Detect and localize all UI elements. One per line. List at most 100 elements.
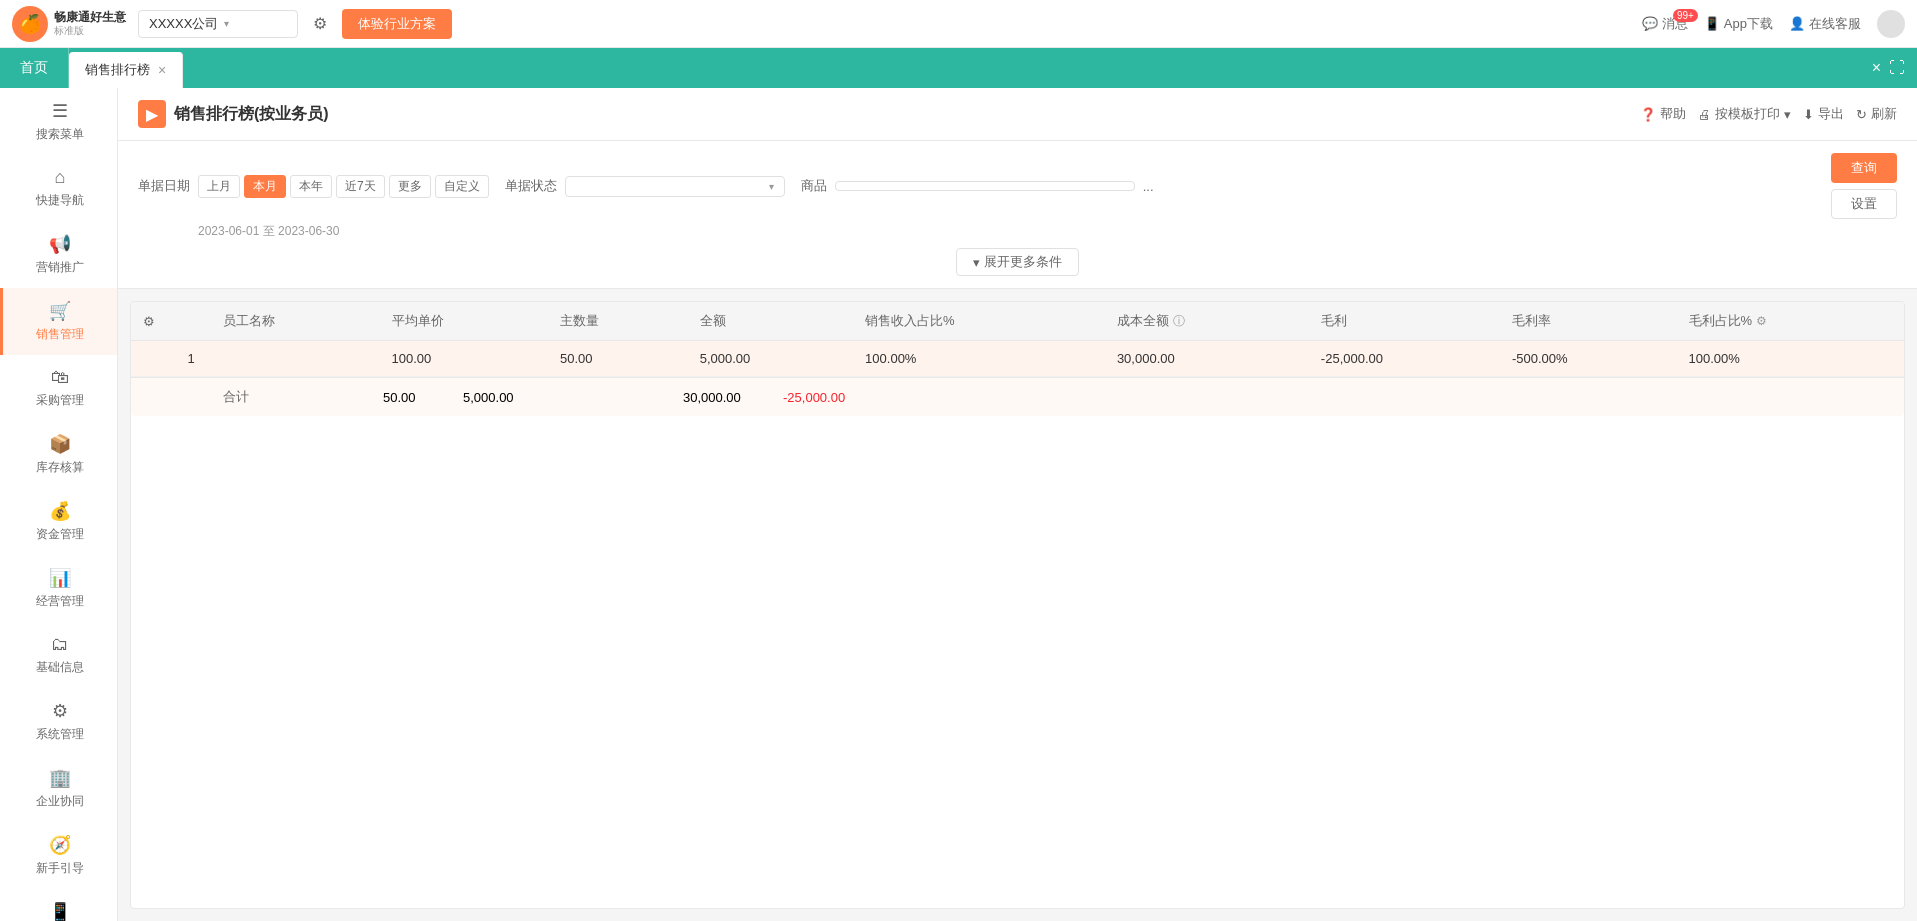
sidebar-item-system[interactable]: ⚙ 系统管理 (0, 688, 117, 755)
sidebar-item-marketing[interactable]: 📢 营销推广 (0, 221, 117, 288)
expand-label: 展开更多条件 (984, 253, 1062, 271)
col-amount: 全额 (688, 302, 853, 341)
date-btn-上月[interactable]: 上月 (198, 175, 240, 198)
date-range-row: 2023-06-01 至 2023-06-30 (138, 223, 1897, 240)
expand-arrow-button[interactable]: ▶ (138, 100, 166, 128)
table-header-row: ⚙ 员工名称 平均单价 主数量 全额 销售收入占比% (131, 302, 1904, 341)
app-download-button[interactable]: 📱 App下载 (1704, 15, 1773, 33)
avatar[interactable] (1877, 10, 1905, 38)
print-button[interactable]: 🖨 按模板打印 ▾ (1698, 105, 1791, 123)
page-actions: ❓ 帮助 🖨 按模板打印 ▾ ⬇ 导出 ↻ 刷新 (1640, 105, 1897, 123)
message-button[interactable]: 💬 消息 99+ (1642, 15, 1688, 33)
col-profit: 毛利 (1309, 302, 1500, 341)
logo-main: 畅康通好生意 (54, 10, 126, 24)
date-filter-label: 单据日期 (138, 177, 190, 195)
settings-icon[interactable]: ⚙ (306, 10, 334, 38)
row-avg-price: 100.00 (380, 341, 549, 377)
logo-sub: 标准版 (54, 25, 126, 37)
company-selector[interactable]: XXXXX公司 ▾ (138, 10, 298, 38)
sidebar-item-inventory[interactable]: 📦 库存核算 (0, 421, 117, 488)
sidebar-item-quick-nav[interactable]: ⌂ 快捷导航 (0, 155, 117, 221)
search-icon: ☰ (52, 100, 68, 122)
page-header: ▶ 销售排行榜(按业务员) ❓ 帮助 🖨 按模板打印 ▾ ⬇ 导出 (118, 88, 1917, 141)
status-filter: 单据状态 ▾ (505, 176, 785, 197)
expand-icon: ▾ (973, 255, 980, 270)
goods-select[interactable] (835, 181, 1135, 191)
sidebar-item-search[interactable]: ☰ 搜索菜单 (0, 88, 117, 155)
guide-icon: 🧭 (49, 834, 71, 856)
col-profit-pct: 毛利占比% ⚙ (1677, 302, 1904, 341)
row-sales-pct: 100.00% (853, 341, 1105, 377)
export-icon: ⬇ (1803, 107, 1814, 122)
col-sales-pct: 销售收入占比% (853, 302, 1105, 341)
inventory-icon: 📦 (49, 433, 71, 455)
finance-icon: 💰 (49, 500, 71, 522)
refresh-icon: ↻ (1856, 107, 1867, 122)
table-footer: 合计 50.00 5,000.00 30,000.00 -25,000.00 (131, 377, 1904, 416)
table-settings-button[interactable]: 设置 (1831, 189, 1897, 219)
column-settings-icon[interactable]: ⚙ (143, 314, 155, 329)
print-label: 按模板打印 (1715, 105, 1780, 123)
fullscreen-icon[interactable]: ⛶ (1889, 59, 1905, 77)
date-btn-本年[interactable]: 本年 (290, 175, 332, 198)
status-filter-label: 单据状态 (505, 177, 557, 195)
col-name: 员工名称 (211, 302, 380, 341)
sidebar-item-purchase[interactable]: 🛍 采购管理 (0, 355, 117, 421)
date-range-text: 2023-06-01 至 2023-06-30 (198, 224, 339, 238)
close-window-icon[interactable]: × (1872, 59, 1881, 77)
date-btn-近7天[interactable]: 近7天 (336, 175, 385, 198)
col-avg-price: 平均单价 (380, 302, 549, 341)
table-row: 1 100.00 50.00 5,000.00 100.00% 30,000.0… (131, 341, 1904, 377)
enterprise-icon: 🏢 (49, 767, 71, 789)
cost-info-icon[interactable]: ⓘ (1173, 313, 1185, 330)
apps-icon: 📱 (49, 901, 71, 921)
logo-text: 畅康通好生意 标准版 (54, 10, 126, 36)
sidebar-item-finance[interactable]: 💰 资金管理 (0, 488, 117, 555)
sales-icon: 🛒 (49, 300, 71, 322)
operations-icon: 📊 (49, 567, 71, 589)
refresh-label: 刷新 (1871, 105, 1897, 123)
more-filters-icon[interactable]: ... (1143, 179, 1154, 194)
tab-bar-right: × ⛶ (1872, 59, 1917, 77)
profit-pct-icon[interactable]: ⚙ (1756, 314, 1767, 328)
date-btn-本月[interactable]: 本月 (244, 175, 286, 198)
sidebar: ☰ 搜索菜单 ⌂ 快捷导航 📢 营销推广 🛒 销售管理 🛍 采购管理 📦 库存核… (0, 88, 118, 921)
chevron-down-icon: ▾ (224, 18, 229, 29)
tab-home[interactable]: 首页 (0, 48, 69, 88)
online-service-button[interactable]: 👤 在线客服 (1789, 15, 1861, 33)
sidebar-item-basics[interactable]: 🗂 基础信息 (0, 622, 117, 688)
col-profit-rate: 毛利率 (1500, 302, 1677, 341)
col-cost: 成本全额 ⓘ (1105, 302, 1309, 341)
date-btn-更多[interactable]: 更多 (389, 175, 431, 198)
help-button[interactable]: ❓ 帮助 (1640, 105, 1686, 123)
app-icon: 📱 (1704, 16, 1720, 31)
tab-sales-ranking[interactable]: 销售排行榜 × (69, 52, 183, 88)
status-select[interactable]: ▾ (565, 176, 785, 197)
trial-button[interactable]: 体验行业方案 (342, 9, 452, 39)
top-bar: 🍊 畅康通好生意 标准版 XXXXX公司 ▾ ⚙ 体验行业方案 💬 消息 99+… (0, 0, 1917, 48)
message-icon: 💬 (1642, 16, 1658, 31)
tab-close-icon[interactable]: × (158, 62, 166, 78)
sidebar-item-apps[interactable]: 📱 应用中心 (0, 889, 117, 921)
sidebar-item-guide[interactable]: 🧭 新手引导 (0, 822, 117, 889)
service-icon: 👤 (1789, 16, 1805, 31)
basics-icon: 🗂 (51, 634, 69, 655)
marketing-icon: 📢 (49, 233, 71, 255)
footer-cost: 30,000.00 (683, 390, 783, 405)
row-amount: 5,000.00 (688, 341, 853, 377)
export-button[interactable]: ⬇ 导出 (1803, 105, 1844, 123)
refresh-button[interactable]: ↻ 刷新 (1856, 105, 1897, 123)
sidebar-item-operations[interactable]: 📊 经营管理 (0, 555, 117, 622)
col-rank (171, 302, 211, 341)
sidebar-item-sales[interactable]: 🛒 销售管理 (0, 288, 117, 355)
date-buttons: 上月本月本年近7天更多自定义 (198, 175, 489, 198)
print-icon: 🖨 (1698, 107, 1711, 122)
sidebar-item-enterprise[interactable]: 🏢 企业协同 (0, 755, 117, 822)
date-filter: 单据日期 上月本月本年近7天更多自定义 (138, 175, 489, 198)
app-label: App下载 (1724, 15, 1773, 33)
expand-more-button[interactable]: ▾ 展开更多条件 (956, 248, 1079, 276)
footer-profit: -25,000.00 (783, 390, 883, 405)
date-btn-自定义[interactable]: 自定义 (435, 175, 489, 198)
footer-amount: 5,000.00 (463, 390, 563, 405)
query-button[interactable]: 查询 (1831, 153, 1897, 183)
